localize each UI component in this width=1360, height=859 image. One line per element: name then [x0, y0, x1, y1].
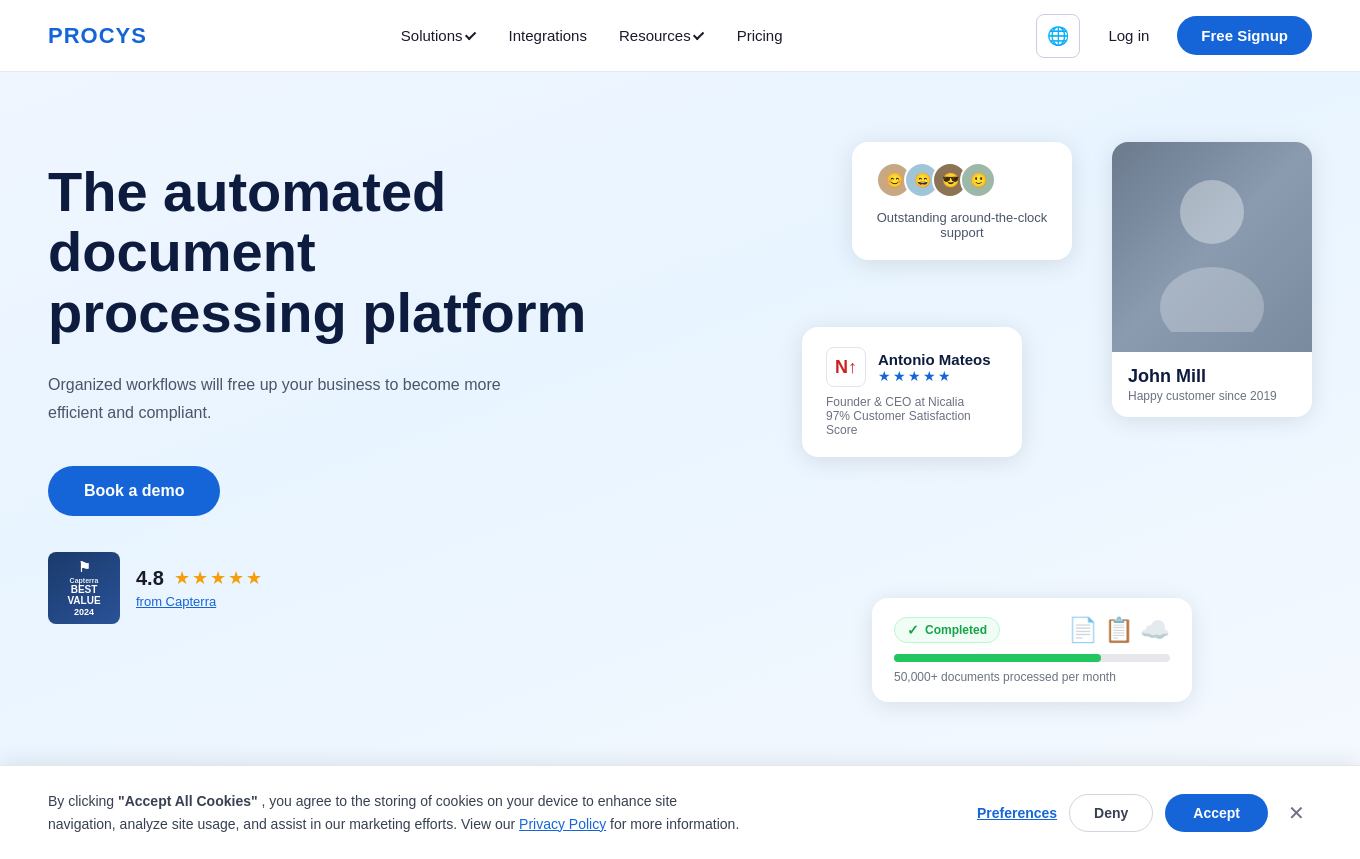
doc-icon-2: 📋: [1104, 616, 1134, 644]
login-button[interactable]: Log in: [1092, 19, 1165, 52]
review-card: N↑ Antonio Mateos ★ ★ ★ ★ ★ Founder & CE…: [802, 327, 1022, 457]
preferences-button[interactable]: Preferences: [977, 805, 1057, 821]
progress-bar-bg: [894, 654, 1170, 662]
rev-star-1: ★: [878, 368, 891, 384]
rev-star-4: ★: [923, 368, 936, 384]
nav-resources[interactable]: Resources: [619, 27, 705, 44]
documents-card: ✓ Completed 📄 📋 ☁️ 50,000+ documents pro…: [872, 598, 1192, 702]
privacy-policy-link[interactable]: Privacy Policy: [519, 816, 606, 832]
customer-sub: Happy customer since 2019: [1128, 389, 1296, 403]
cookie-prefix: By clicking: [48, 793, 118, 809]
reviewer-row: N↑ Antonio Mateos ★ ★ ★ ★ ★: [826, 347, 998, 387]
cookie-text: By clicking "Accept All Cookies" , you a…: [48, 790, 748, 835]
globe-icon: 🌐: [1047, 25, 1069, 47]
svg-point-0: [1180, 180, 1244, 244]
doc-icon-1: 📄: [1068, 616, 1098, 644]
check-circle-icon: ✓: [907, 622, 919, 638]
person-silhouette-icon: [1152, 162, 1272, 332]
avatar-4: 🙂: [960, 162, 996, 198]
rev-star-3: ★: [908, 368, 921, 384]
cookie-suffix: for more information.: [610, 816, 739, 832]
reviewer-title: Founder & CEO at Nicalia: [826, 395, 998, 409]
chevron-down-icon: [693, 28, 704, 39]
nav-pricing[interactable]: Pricing: [737, 27, 783, 44]
nav-links: Solutions Integrations Resources Pricing: [401, 27, 783, 44]
accept-button[interactable]: Accept: [1165, 794, 1268, 832]
cookie-actions: Preferences Deny Accept ✕: [977, 794, 1312, 832]
rating-info: 4.8 ★ ★ ★ ★ ★ from Capterra: [136, 567, 262, 609]
reviewer-score: 97% Customer Satisfaction Score: [826, 409, 998, 437]
reviewer-name: Antonio Mateos: [878, 351, 991, 368]
support-text: Outstanding around-the-clock support: [876, 210, 1048, 240]
hero-title: The automated document processing platfo…: [48, 162, 628, 343]
signup-button[interactable]: Free Signup: [1177, 16, 1312, 55]
star-rating: ★ ★ ★ ★ ★: [174, 567, 262, 589]
photo-info: John Mill Happy customer since 2019: [1112, 352, 1312, 417]
star-5: ★: [246, 567, 262, 589]
customer-name: John Mill: [1128, 366, 1296, 387]
brand-logo[interactable]: PROCYS: [48, 23, 147, 49]
close-cookie-button[interactable]: ✕: [1280, 797, 1312, 829]
docs-icons: 📄 📋 ☁️: [1068, 616, 1170, 644]
review-stars: ★ ★ ★ ★ ★: [878, 368, 991, 384]
star-1: ★: [174, 567, 190, 589]
rating-score: 4.8: [136, 567, 164, 590]
capterra-badge: ⚑ Capterra BEST VALUE 2024: [48, 552, 120, 624]
svg-point-1: [1160, 267, 1264, 332]
hero-section: The automated document processing platfo…: [0, 72, 1360, 792]
capterra-link[interactable]: from Capterra: [136, 594, 262, 609]
cloud-icon: ☁️: [1140, 616, 1170, 644]
rev-star-5: ★: [938, 368, 951, 384]
hero-cards: 😊 😄 😎 🙂 Outstanding around-the-clock sup…: [792, 142, 1312, 722]
progress-bar-fill: [894, 654, 1101, 662]
completed-badge: ✓ Completed: [894, 617, 1000, 643]
nav-solutions[interactable]: Solutions: [401, 27, 477, 44]
rev-star-2: ★: [893, 368, 906, 384]
deny-button[interactable]: Deny: [1069, 794, 1153, 832]
demo-button[interactable]: Book a demo: [48, 466, 220, 516]
cookie-bold: "Accept All Cookies": [118, 793, 258, 809]
hero-left: The automated document processing platfo…: [48, 132, 628, 624]
star-2: ★: [192, 567, 208, 589]
navbar: PROCYS Solutions Integrations Resources …: [0, 0, 1360, 72]
reviewer-name-block: Antonio Mateos ★ ★ ★ ★ ★: [878, 351, 991, 384]
star-4: ★: [228, 567, 244, 589]
hero-right: 😊 😄 😎 🙂 Outstanding around-the-clock sup…: [792, 142, 1312, 722]
nav-integrations[interactable]: Integrations: [509, 27, 587, 44]
close-icon: ✕: [1288, 801, 1305, 825]
avatars-row: 😊 😄 😎 🙂: [876, 162, 1048, 198]
support-card: 😊 😄 😎 🙂 Outstanding around-the-clock sup…: [852, 142, 1072, 260]
capterra-flag-icon: ⚑: [78, 559, 91, 575]
chevron-down-icon: [464, 28, 475, 39]
star-3: ★: [210, 567, 226, 589]
customer-photo: [1112, 142, 1312, 352]
language-selector[interactable]: 🌐: [1036, 14, 1080, 58]
customer-photo-card: John Mill Happy customer since 2019: [1112, 142, 1312, 417]
docs-stat: 50,000+ documents processed per month: [894, 670, 1170, 684]
reviewer-logo: N↑: [826, 347, 866, 387]
cookie-banner: By clicking "Accept All Cookies" , you a…: [0, 765, 1360, 859]
hero-subtitle: Organized workflows will free up your bu…: [48, 371, 528, 425]
nav-actions: 🌐 Log in Free Signup: [1036, 14, 1312, 58]
capterra-row: ⚑ Capterra BEST VALUE 2024 4.8 ★ ★ ★ ★ ★…: [48, 552, 628, 624]
